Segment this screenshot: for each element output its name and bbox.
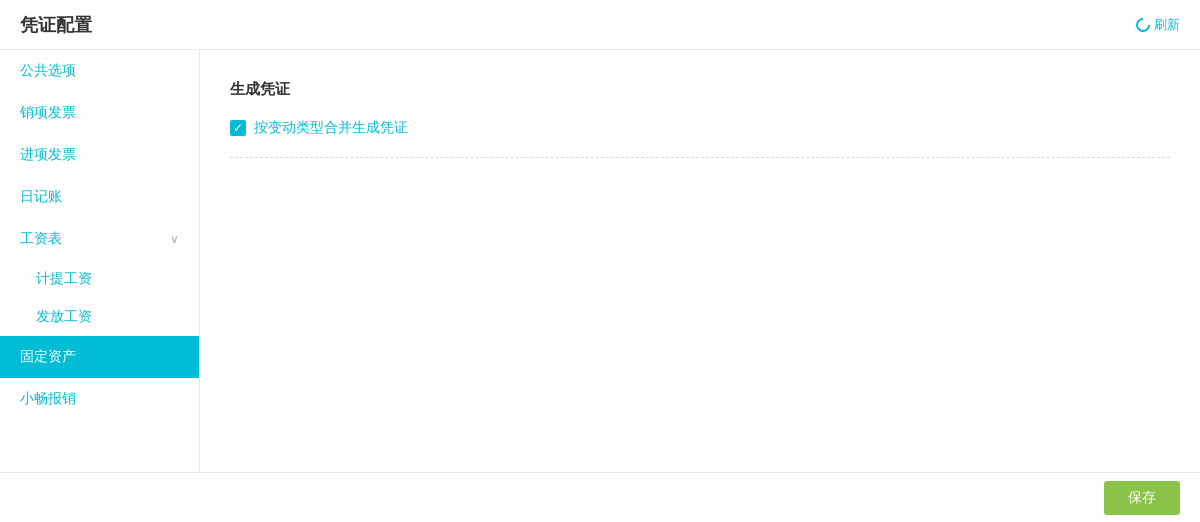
sidebar-item-fixed-assets[interactable]: 固定资产 [0, 336, 199, 378]
save-button[interactable]: 保存 [1104, 481, 1180, 515]
sidebar-item-sales-invoice[interactable]: 销项发票 [0, 92, 199, 134]
sidebar-item-label: 日记账 [20, 188, 62, 206]
footer: 保存 [0, 472, 1200, 522]
sidebar-item-public[interactable]: 公共选项 [0, 50, 199, 92]
section-divider [230, 157, 1170, 158]
sidebar-item-label: 计提工资 [36, 270, 92, 286]
sidebar-item-label: 发放工资 [36, 308, 92, 324]
chevron-down-icon: ∨ [170, 232, 179, 246]
sidebar: 公共选项 销项发票 进项发票 日记账 工资表 ∨ 计提工资 发放工资 固定资 [0, 50, 200, 472]
sidebar-item-payroll-calc[interactable]: 计提工资 [0, 260, 199, 298]
sidebar-item-label: 公共选项 [20, 62, 76, 80]
page-title: 凭证配置 [20, 13, 92, 37]
sidebar-item-label: 工资表 [20, 230, 62, 248]
section-title: 生成凭证 [230, 80, 1170, 99]
merge-by-type-label[interactable]: 按变动类型合并生成凭证 [254, 119, 408, 137]
sidebar-item-journal[interactable]: 日记账 [0, 176, 199, 218]
refresh-label: 刷新 [1154, 16, 1180, 34]
main-content: 生成凭证 按变动类型合并生成凭证 [200, 50, 1200, 472]
sidebar-item-label: 进项发票 [20, 146, 76, 164]
sidebar-item-payroll[interactable]: 工资表 ∨ [0, 218, 199, 260]
sidebar-item-purchase-invoice[interactable]: 进项发票 [0, 134, 199, 176]
sidebar-item-label: 销项发票 [20, 104, 76, 122]
sidebar-item-expense[interactable]: 小畅报销 [0, 378, 199, 420]
sidebar-item-label: 固定资产 [20, 348, 76, 366]
sidebar-item-payroll-pay[interactable]: 发放工资 [0, 298, 199, 336]
refresh-button[interactable]: 刷新 [1136, 16, 1180, 34]
sidebar-item-label: 小畅报销 [20, 390, 76, 408]
merge-by-type-row: 按变动类型合并生成凭证 [230, 119, 1170, 137]
merge-by-type-checkbox[interactable] [230, 120, 246, 136]
refresh-icon [1133, 15, 1153, 35]
